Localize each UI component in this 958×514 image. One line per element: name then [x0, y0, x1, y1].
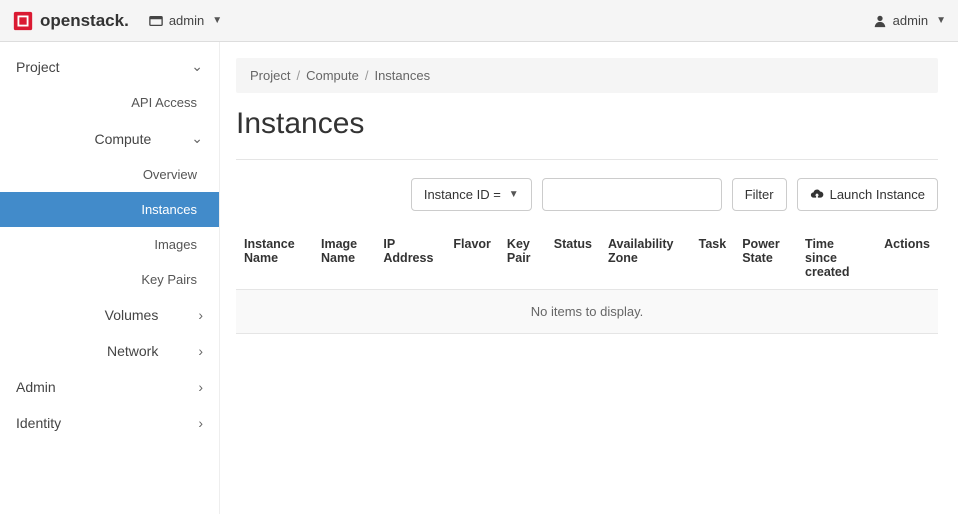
chevron-down-icon: ⌄ — [191, 58, 203, 75]
launch-instance-button[interactable]: Launch Instance — [797, 178, 938, 211]
filter-field-label: Instance ID = — [424, 187, 501, 202]
chevron-right-icon: › — [198, 307, 203, 323]
topbar: openstack. admin ▼ admin ▼ — [0, 0, 958, 42]
filter-field-dropdown[interactable]: Instance ID = ▼ — [411, 178, 532, 211]
col-instance-name[interactable]: Instance Name — [236, 227, 313, 290]
filter-button-label: Filter — [745, 187, 774, 202]
col-time-since-created[interactable]: Time since created — [797, 227, 876, 290]
col-image-name[interactable]: Image Name — [313, 227, 375, 290]
launch-button-label: Launch Instance — [830, 187, 925, 202]
sidebar-label: Compute — [94, 131, 151, 147]
domain-label: admin — [169, 13, 204, 28]
user-label: admin — [893, 13, 928, 28]
cloud-upload-icon — [810, 188, 824, 202]
sidebar-section-project[interactable]: Project ⌄ — [0, 48, 219, 85]
col-flavor[interactable]: Flavor — [445, 227, 499, 290]
caret-down-icon: ▼ — [212, 15, 222, 26]
page-title: Instances — [236, 107, 938, 141]
sidebar-section-volumes[interactable]: Volumes › — [0, 297, 219, 333]
col-power-state[interactable]: Power State — [734, 227, 797, 290]
sidebar: Project ⌄ API Access Compute ⌄ Overview … — [0, 42, 220, 514]
sidebar-item-overview[interactable]: Overview — [0, 157, 219, 192]
chevron-right-icon: › — [198, 343, 203, 359]
sidebar-item-label: Overview — [143, 167, 201, 182]
col-task[interactable]: Task — [691, 227, 735, 290]
breadcrumb-separator: / — [296, 68, 300, 83]
user-menu[interactable]: admin ▼ — [873, 13, 946, 28]
domain-icon — [149, 14, 163, 28]
instances-table: Instance Name Image Name IP Address Flav… — [236, 227, 938, 334]
sidebar-label: Admin — [16, 379, 56, 395]
user-icon — [873, 14, 887, 28]
col-availability-zone[interactable]: Availability Zone — [600, 227, 691, 290]
main-content: Project / Compute / Instances Instances … — [220, 42, 958, 514]
sidebar-section-identity[interactable]: Identity › — [0, 405, 219, 441]
filter-input[interactable] — [542, 178, 722, 211]
col-status[interactable]: Status — [546, 227, 600, 290]
chevron-right-icon: › — [198, 415, 203, 431]
chevron-right-icon: › — [198, 379, 203, 395]
sidebar-label: Identity — [16, 415, 61, 431]
caret-down-icon: ▼ — [936, 15, 946, 26]
breadcrumb-compute[interactable]: Compute — [306, 68, 359, 83]
sidebar-section-compute[interactable]: Compute ⌄ — [0, 120, 219, 157]
breadcrumb-separator: / — [365, 68, 369, 83]
table-empty-row: No items to display. — [236, 290, 938, 334]
empty-message: No items to display. — [236, 290, 938, 334]
brand-logo[interactable]: openstack. — [12, 10, 129, 32]
openstack-icon — [12, 10, 34, 32]
sidebar-item-label: Images — [154, 237, 201, 252]
filter-button[interactable]: Filter — [732, 178, 787, 211]
domain-selector[interactable]: admin ▼ — [149, 13, 222, 28]
breadcrumb-current: Instances — [374, 68, 430, 83]
sidebar-item-api-access[interactable]: API Access — [0, 85, 219, 120]
sidebar-item-images[interactable]: Images — [0, 227, 219, 262]
col-ip-address[interactable]: IP Address — [375, 227, 445, 290]
divider — [236, 159, 938, 160]
breadcrumb-project[interactable]: Project — [250, 68, 290, 83]
sidebar-item-label: Key Pairs — [141, 272, 201, 287]
sidebar-label: Project — [16, 59, 60, 75]
sidebar-item-instances[interactable]: Instances — [0, 192, 219, 227]
chevron-down-icon: ⌄ — [191, 130, 203, 147]
sidebar-item-key-pairs[interactable]: Key Pairs — [0, 262, 219, 297]
sidebar-item-label: Instances — [141, 202, 201, 217]
table-toolbar: Instance ID = ▼ Filter Launch Instance — [236, 178, 938, 211]
caret-down-icon: ▼ — [509, 189, 519, 200]
sidebar-section-network[interactable]: Network › — [0, 333, 219, 369]
table-header-row: Instance Name Image Name IP Address Flav… — [236, 227, 938, 290]
sidebar-section-admin[interactable]: Admin › — [0, 369, 219, 405]
sidebar-item-label: API Access — [131, 95, 201, 110]
col-actions: Actions — [876, 227, 938, 290]
sidebar-label: Network — [107, 343, 158, 359]
sidebar-label: Volumes — [105, 307, 159, 323]
brand-text: openstack. — [40, 11, 129, 31]
col-key-pair[interactable]: Key Pair — [499, 227, 546, 290]
breadcrumb: Project / Compute / Instances — [236, 58, 938, 93]
